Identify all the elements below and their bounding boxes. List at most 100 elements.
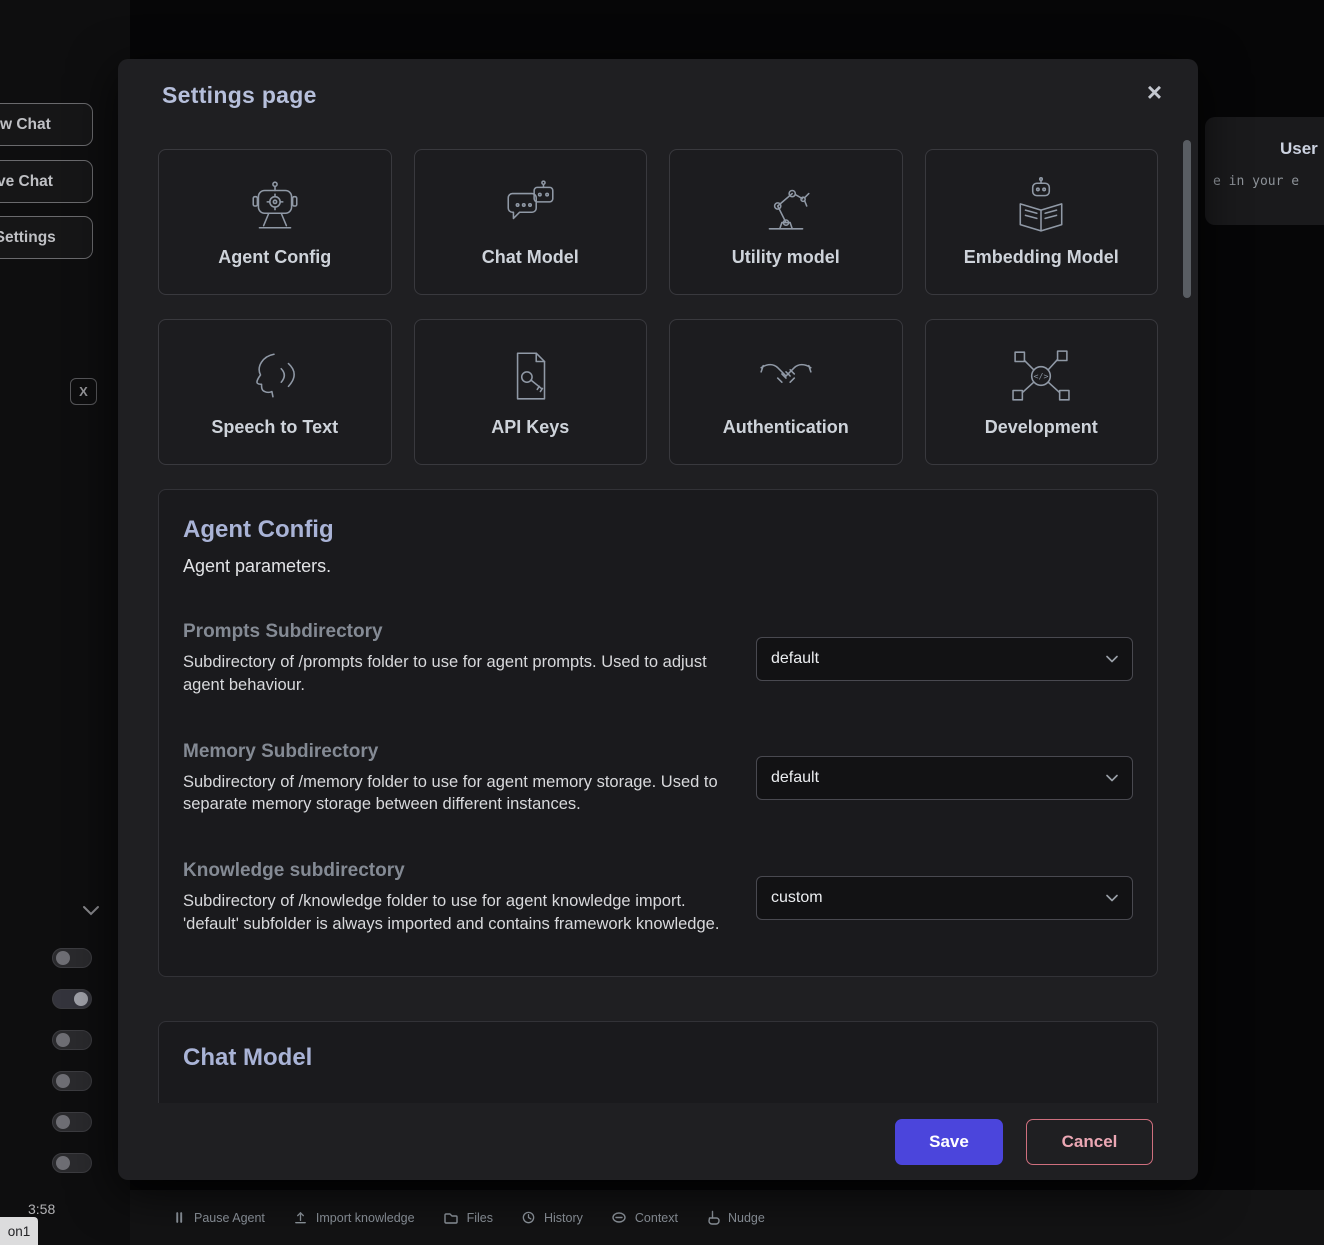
field-description: Subdirectory of /prompts folder to use f…	[183, 653, 707, 694]
tile-speech-to-text-label: Speech to Text	[211, 416, 339, 437]
chat-bubbles-icon	[507, 179, 554, 219]
tile-authentication-label: Authentication	[722, 416, 849, 437]
corner-badge: on1	[0, 1217, 38, 1245]
toolbar-import-knowledge[interactable]: Import knowledge	[293, 1210, 415, 1225]
field-description: Subdirectory of /memory folder to use fo…	[183, 772, 718, 814]
field-label: Prompts Subdirectory	[183, 621, 383, 642]
toolbar-files[interactable]: Files	[443, 1211, 493, 1225]
document-key-icon	[517, 351, 546, 400]
toolbar-pause-label: Pause Agent	[194, 1210, 265, 1225]
toolbar-context[interactable]: Context	[611, 1211, 678, 1225]
field-text: Prompts Subdirectory Subdirectory of /pr…	[183, 621, 732, 697]
robot-book-icon	[1019, 176, 1063, 232]
network-cubes-icon: </>	[1012, 349, 1070, 401]
field-knowledge-subdirectory: Knowledge subdirectory Subdirectory of /…	[183, 860, 1133, 936]
sidebar-close-label: X	[79, 384, 88, 399]
toggle-knob	[56, 1074, 70, 1088]
tile-development[interactable]: </> Development	[924, 319, 1158, 465]
robot-arm-icon	[768, 189, 810, 230]
sidebar-toggle-4[interactable]	[52, 1071, 92, 1091]
sidebar-close-button[interactable]: X	[70, 378, 97, 405]
memory-subdirectory-select[interactable]: default	[756, 756, 1133, 801]
field-text: Knowledge subdirectory Subdirectory of /…	[183, 860, 732, 936]
sidebar: New Chat Save Chat ⚙ Settings X 3:58 on1	[0, 0, 130, 1245]
tile-embedding-model-label: Embedding Model	[963, 246, 1119, 267]
toggle-knob	[74, 992, 88, 1006]
field-text: Memory Subdirectory Subdirectory of /mem…	[183, 741, 732, 817]
field-description: Subdirectory of /knowledge folder to use…	[183, 892, 720, 933]
sidebar-toggle-1[interactable]	[52, 948, 92, 968]
field-prompts-subdirectory: Prompts Subdirectory Subdirectory of /pr…	[183, 621, 1133, 697]
chevron-down-icon[interactable]	[80, 903, 102, 922]
robot-monitor-icon	[252, 180, 298, 229]
tile-api-keys[interactable]: API Keys	[413, 319, 647, 465]
tile-authentication[interactable]: Authentication	[669, 319, 903, 465]
new-chat-button[interactable]: New Chat	[0, 103, 93, 146]
field-label: Knowledge subdirectory	[183, 860, 405, 882]
field-memory-subdirectory: Memory Subdirectory Subdirectory of /mem…	[183, 741, 1133, 817]
toggle-knob	[56, 1033, 70, 1047]
section-title: Chat Model	[183, 1043, 313, 1071]
cancel-button[interactable]: Cancel	[1026, 1118, 1153, 1165]
toggle-knob	[56, 1115, 70, 1129]
tile-agent-config-label: Agent Config	[218, 246, 332, 267]
knowledge-subdirectory-select[interactable]: custom	[756, 875, 1133, 920]
settings-label: Settings	[0, 228, 56, 246]
chevron-down-icon	[1106, 655, 1118, 663]
folder-icon	[443, 1212, 458, 1224]
tile-utility-model-label: Utility model	[731, 246, 840, 267]
tile-embedding-model[interactable]: Embedding Model	[924, 149, 1158, 295]
tile-development-label: Development	[984, 416, 1098, 437]
bottom-toolbar: Pause Agent Import knowledge Files Histo…	[130, 1190, 1324, 1245]
nudge-hand-icon	[708, 1210, 720, 1225]
toolbar-history-label: History	[543, 1210, 583, 1225]
save-button[interactable]: Save	[895, 1118, 1003, 1165]
tile-chat-model[interactable]: Chat Model	[413, 149, 647, 295]
settings-modal: Settings page × Agent Config Chat Model …	[118, 59, 1198, 1180]
section-title: Agent Config	[183, 516, 334, 543]
toolbar-nudge-label: Nudge	[727, 1210, 765, 1225]
select-value: default	[771, 649, 820, 667]
pause-icon	[176, 1212, 183, 1223]
sidebar-toggle-3[interactable]	[52, 1030, 92, 1050]
sidebar-toggle-6[interactable]	[52, 1153, 92, 1173]
tile-speech-to-text[interactable]: Speech to Text	[158, 319, 392, 465]
chat-message-panel: User e in your e	[1205, 117, 1324, 225]
close-icon[interactable]: ×	[1147, 79, 1162, 105]
save-chat-button[interactable]: Save Chat	[0, 160, 93, 203]
toolbar-history[interactable]: History	[521, 1210, 583, 1225]
toggle-knob	[56, 951, 70, 965]
chevron-down-icon	[1106, 894, 1118, 902]
prompts-subdirectory-select[interactable]: default	[756, 636, 1133, 681]
sidebar-toggle-2[interactable]	[52, 989, 92, 1009]
section-subtitle: Agent parameters.	[183, 556, 332, 576]
toolbar-context-label: Context	[634, 1210, 678, 1225]
tile-api-keys-label: API Keys	[491, 416, 570, 437]
upload-icon	[295, 1212, 306, 1224]
clock-time: 3:58	[28, 1201, 56, 1217]
tile-utility-model[interactable]: Utility model	[669, 149, 903, 295]
settings-button[interactable]: ⚙ Settings	[0, 216, 93, 259]
handshake-icon	[760, 363, 812, 383]
toolbar-import-label: Import knowledge	[315, 1210, 415, 1225]
toolbar-files-label: Files	[466, 1210, 493, 1225]
toggle-knob	[56, 1156, 70, 1170]
history-icon	[522, 1211, 535, 1224]
settings-tile-grid: Agent Config Chat Model Utility model Em…	[158, 149, 1158, 465]
new-chat-label: New Chat	[0, 115, 51, 133]
toolbar-nudge[interactable]: Nudge	[706, 1210, 765, 1225]
sidebar-toggle-5[interactable]	[52, 1112, 92, 1132]
chat-model-section: Chat Model	[158, 1020, 1158, 1103]
modal-footer: Save Cancel	[118, 1103, 1198, 1180]
chat-sender: User	[1280, 139, 1318, 158]
tile-agent-config[interactable]: Agent Config	[158, 149, 392, 295]
speech-face-icon	[255, 352, 295, 397]
save-chat-label: Save Chat	[0, 172, 53, 190]
field-label: Memory Subdirectory	[183, 740, 379, 762]
toolbar-pause-agent[interactable]: Pause Agent	[172, 1210, 265, 1225]
context-icon	[612, 1212, 626, 1223]
chat-message-text: e in your e	[1213, 174, 1300, 189]
svg-text:</>: </>	[1034, 371, 1049, 381]
tile-chat-model-label: Chat Model	[481, 246, 579, 267]
modal-title: Settings page	[162, 82, 317, 108]
